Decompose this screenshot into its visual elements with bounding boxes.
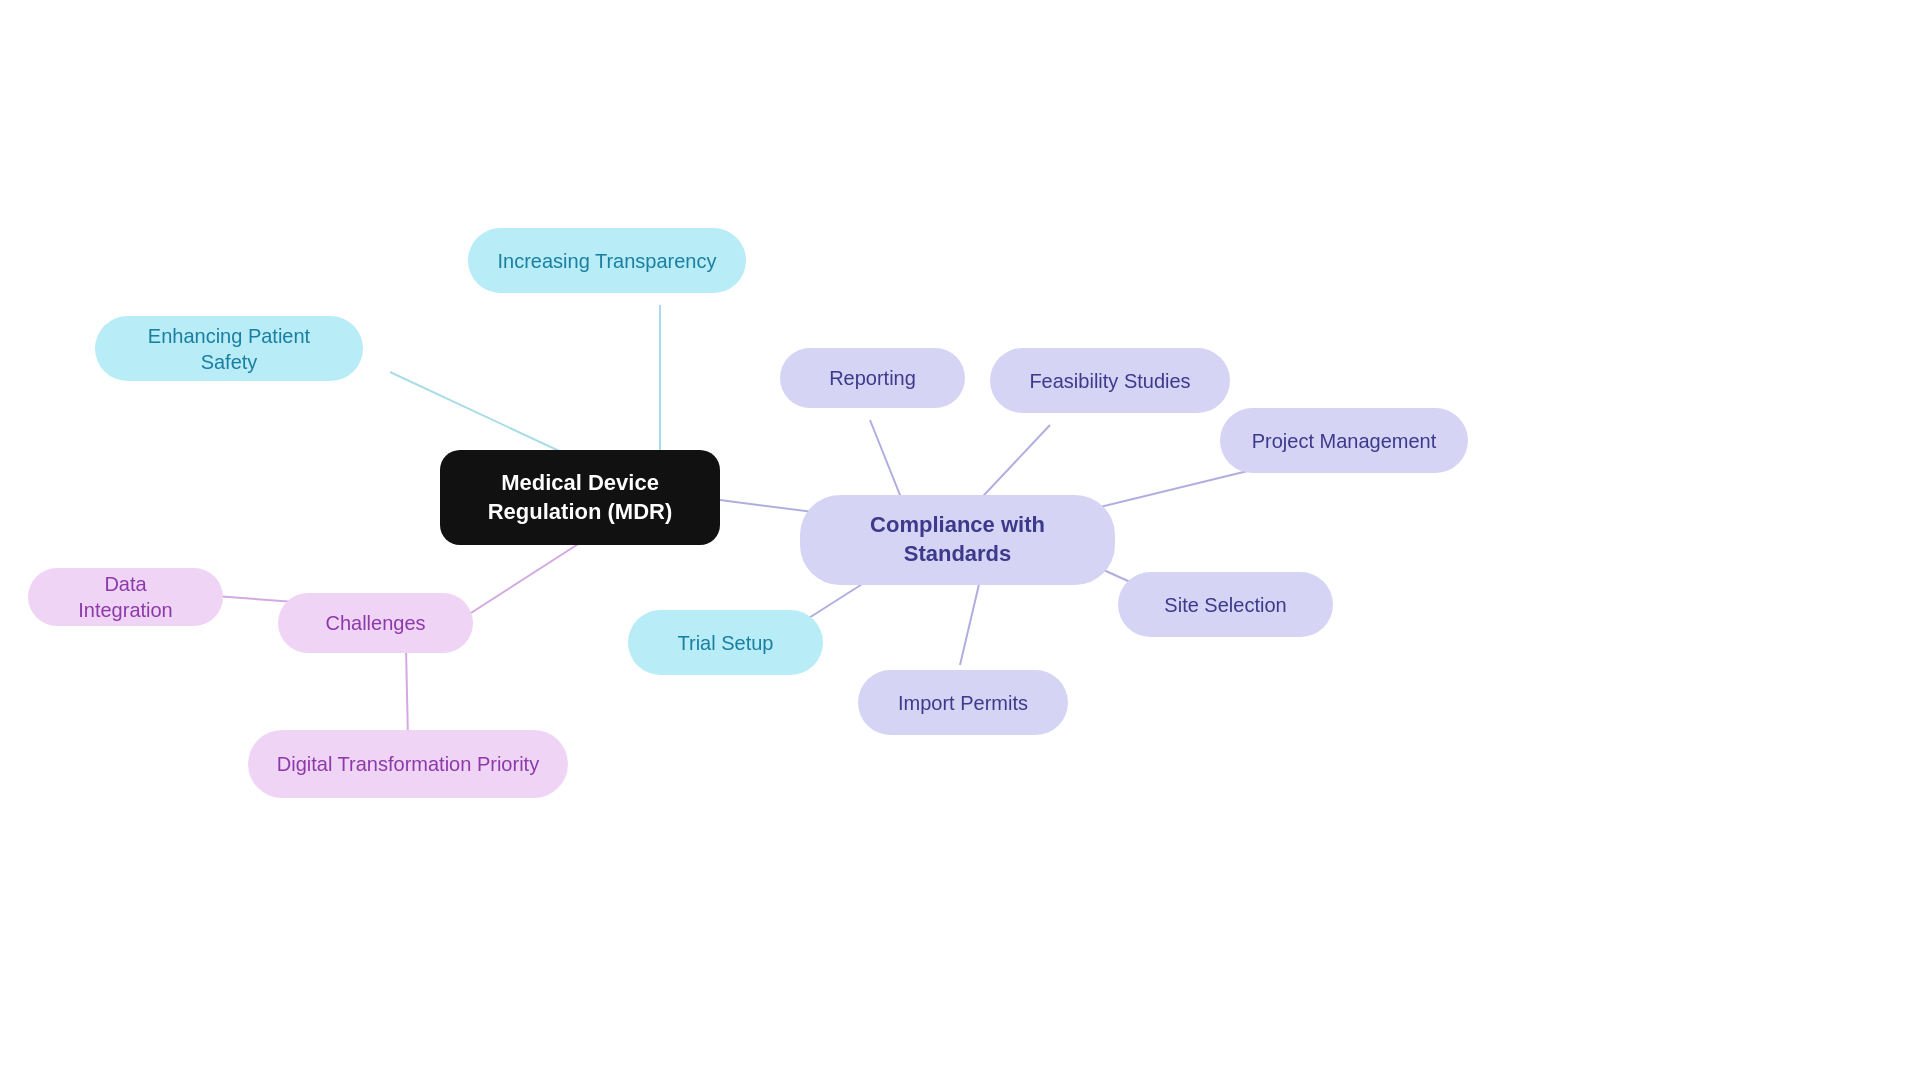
node-reporting[interactable]: Reporting [780,348,965,408]
node-enhancing-patient-safety[interactable]: Enhancing Patient Safety [95,316,363,381]
node-compliance[interactable]: Compliance with Standards [800,495,1115,585]
node-increasing-transparency[interactable]: Increasing Transparency [468,228,746,293]
node-site-selection[interactable]: Site Selection [1118,572,1333,637]
node-import-permits[interactable]: Import Permits [858,670,1068,735]
center-node[interactable]: Medical Device Regulation (MDR) [440,450,720,545]
node-data-integration[interactable]: Data Integration [28,568,223,626]
node-feasibility-studies[interactable]: Feasibility Studies [990,348,1230,413]
node-challenges[interactable]: Challenges [278,593,473,653]
svg-line-4 [406,648,408,740]
node-digital-transformation[interactable]: Digital Transformation Priority [248,730,568,798]
svg-line-10 [960,580,980,665]
node-project-management[interactable]: Project Management [1220,408,1468,473]
node-trial-setup[interactable]: Trial Setup [628,610,823,675]
